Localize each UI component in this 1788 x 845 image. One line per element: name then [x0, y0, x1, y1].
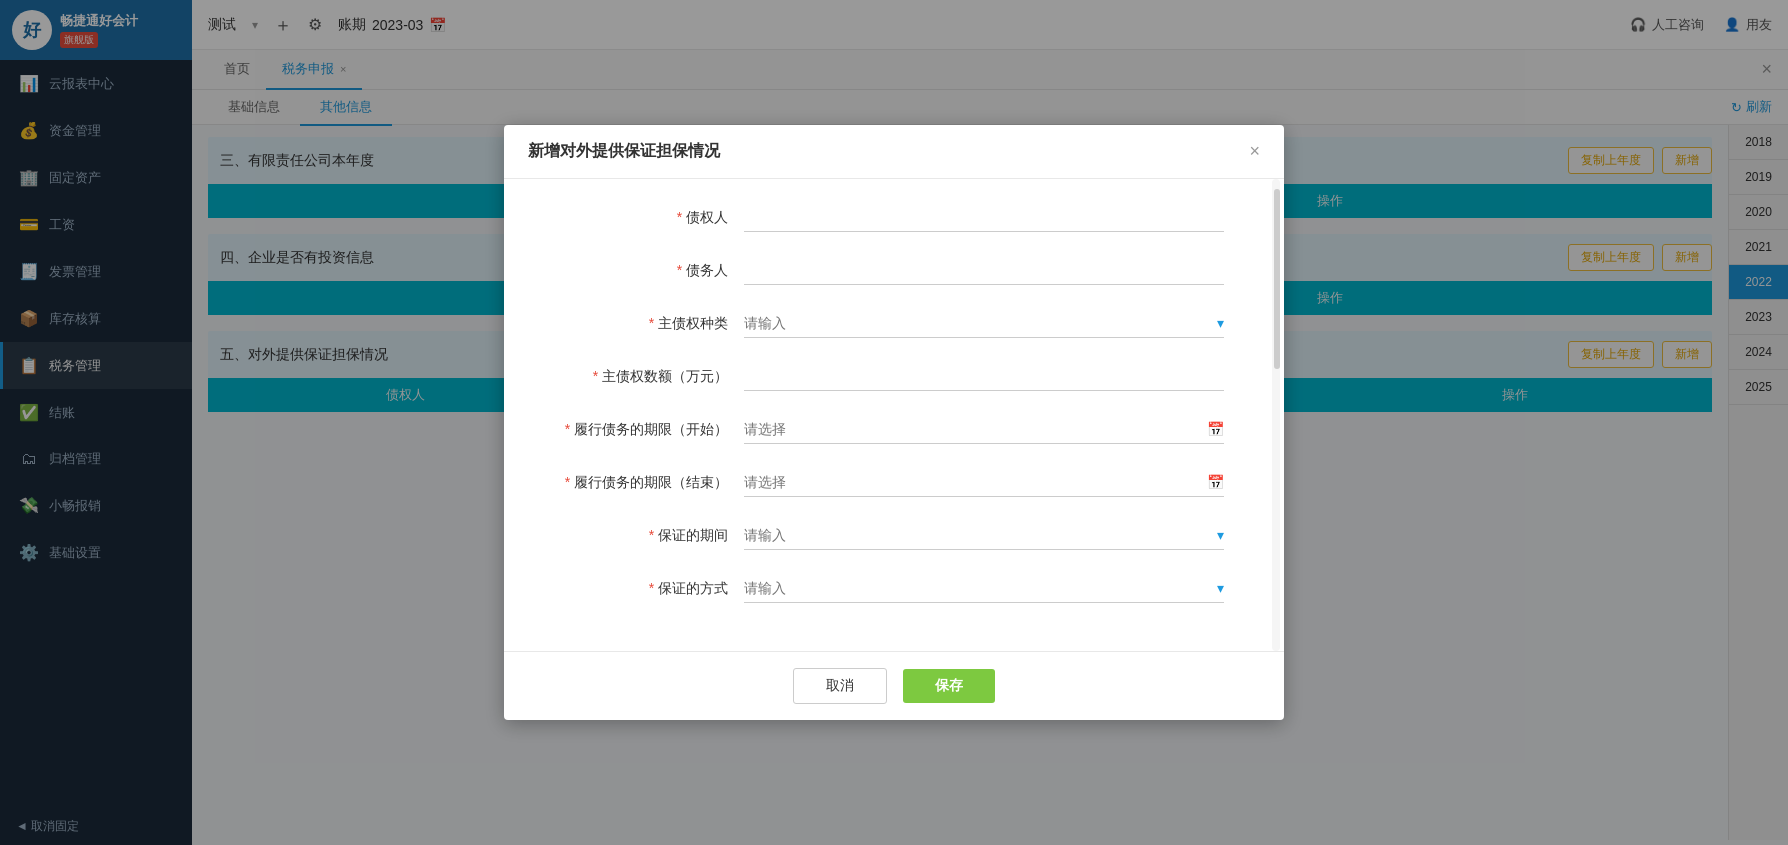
creditor-input[interactable]	[744, 203, 1224, 232]
form-row-period-end: * 履行债务的期限（结束） 📅	[564, 468, 1224, 497]
debtor-input[interactable]	[744, 256, 1224, 285]
period-start-picker[interactable]: 📅	[744, 415, 1224, 444]
modal-scrollbar-thumb	[1274, 189, 1280, 369]
form-row-claim-type: * 主债权种类 ▾	[564, 309, 1224, 338]
guarantee-method-chevron-icon[interactable]: ▾	[1217, 580, 1224, 596]
claim-type-label: * 主债权种类	[564, 315, 744, 333]
guarantee-method-input[interactable]	[744, 574, 1217, 602]
period-end-input[interactable]	[744, 468, 1207, 496]
form-row-debtor: * 债务人	[564, 256, 1224, 285]
modal-close-button[interactable]: ×	[1249, 141, 1260, 162]
modal-overlay: 新增对外提供保证担保情况 × * 债权人 * 债务人	[0, 0, 1788, 845]
period-end-calendar-icon[interactable]: 📅	[1207, 474, 1224, 490]
period-start-calendar-icon[interactable]: 📅	[1207, 421, 1224, 437]
modal-header: 新增对外提供保证担保情况 ×	[504, 125, 1284, 179]
save-button[interactable]: 保存	[903, 669, 995, 703]
modal-scrollbar-track	[1272, 179, 1280, 651]
debtor-label: * 债务人	[564, 262, 744, 280]
form-row-creditor: * 债权人	[564, 203, 1224, 232]
guarantee-period-label: * 保证的期间	[564, 527, 744, 545]
form-row-period-start: * 履行债务的期限（开始） 📅	[564, 415, 1224, 444]
creditor-label: * 债权人	[564, 209, 744, 227]
modal-footer: 取消 保存	[504, 651, 1284, 720]
guarantee-method-label: * 保证的方式	[564, 580, 744, 598]
claim-amount-label: * 主债权数额（万元）	[564, 368, 744, 386]
modal-title: 新增对外提供保证担保情况	[528, 141, 720, 162]
claim-type-input[interactable]	[744, 309, 1217, 337]
claim-amount-input[interactable]	[744, 362, 1224, 391]
form-row-guarantee-period: * 保证的期间 ▾	[564, 521, 1224, 550]
period-end-picker[interactable]: 📅	[744, 468, 1224, 497]
period-end-label: * 履行债务的期限（结束）	[564, 474, 744, 492]
claim-type-chevron-icon[interactable]: ▾	[1217, 315, 1224, 331]
guarantee-method-select[interactable]: ▾	[744, 574, 1224, 603]
guarantee-period-select[interactable]: ▾	[744, 521, 1224, 550]
form-row-claim-amount: * 主债权数额（万元）	[564, 362, 1224, 391]
modal-dialog: 新增对外提供保证担保情况 × * 债权人 * 债务人	[504, 125, 1284, 720]
form-row-guarantee-method: * 保证的方式 ▾	[564, 574, 1224, 603]
period-start-input[interactable]	[744, 415, 1207, 443]
claim-type-select[interactable]: ▾	[744, 309, 1224, 338]
period-start-label: * 履行债务的期限（开始）	[564, 421, 744, 439]
guarantee-period-chevron-icon[interactable]: ▾	[1217, 527, 1224, 543]
guarantee-period-input[interactable]	[744, 521, 1217, 549]
cancel-button[interactable]: 取消	[793, 668, 887, 704]
modal-body: * 债权人 * 债务人 * 主债权种类	[504, 179, 1284, 651]
